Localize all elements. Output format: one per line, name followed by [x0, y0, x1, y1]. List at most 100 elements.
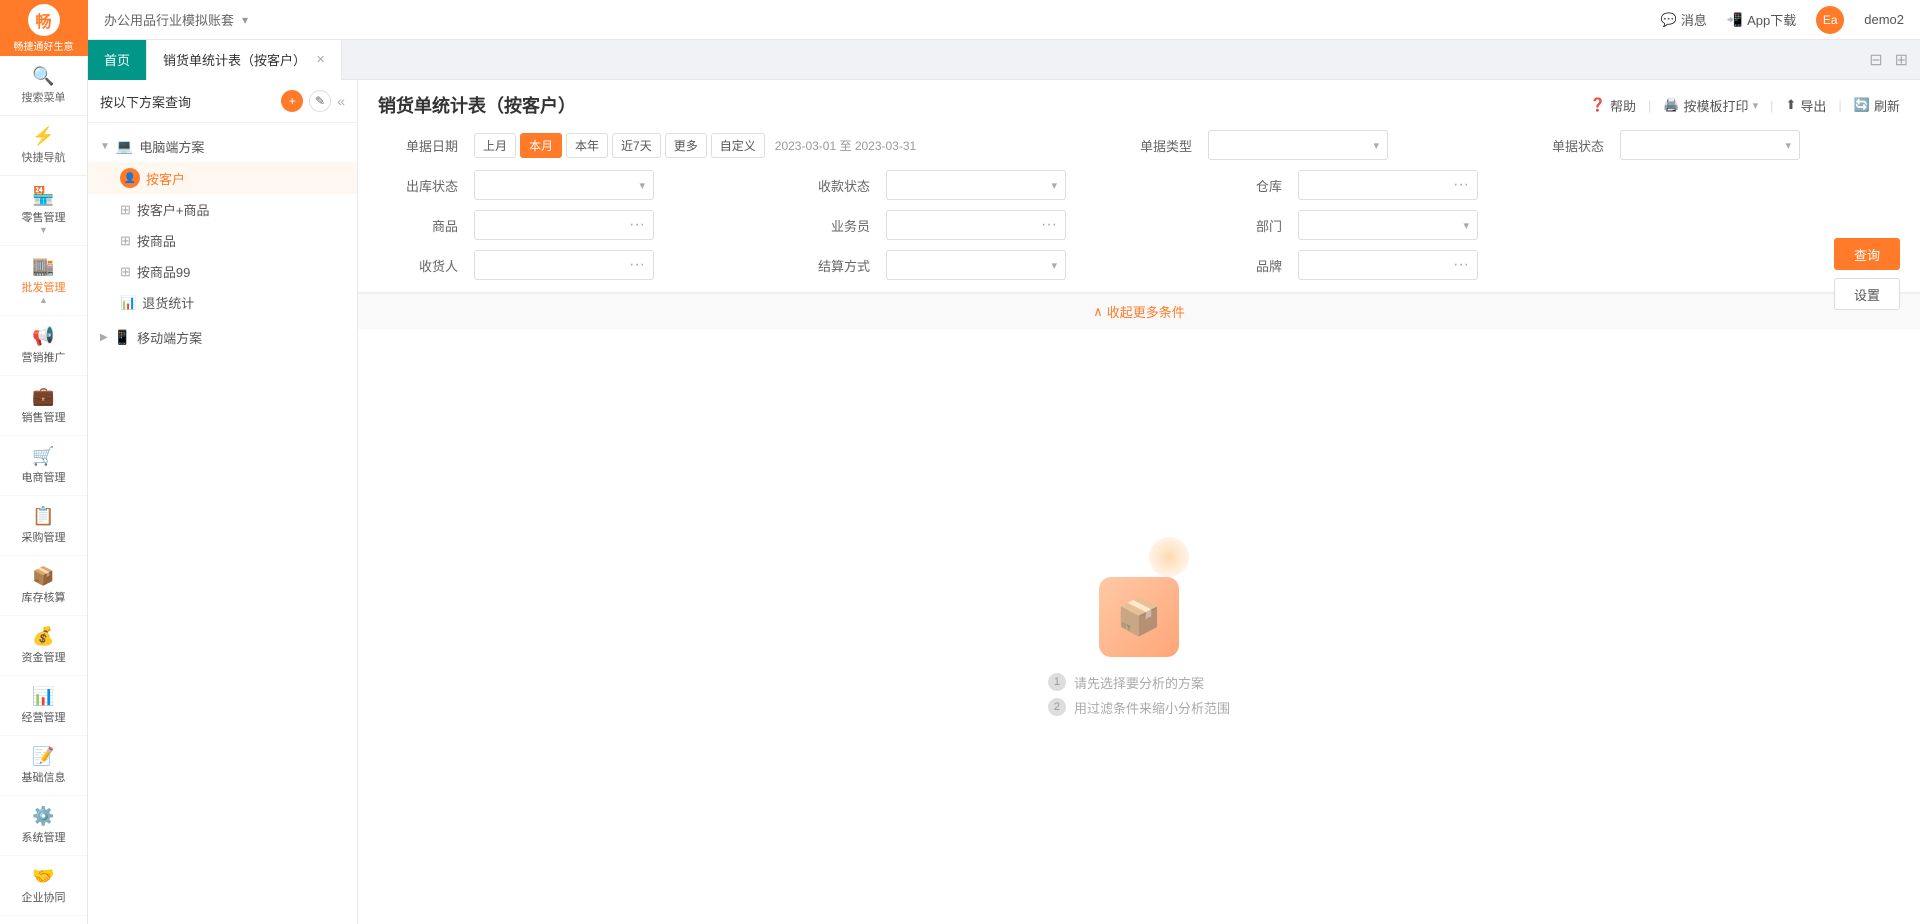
sidebar-item-finance[interactable]: 💰 资金管理 — [0, 616, 87, 676]
sidebar-item-purchase[interactable]: 📋 采购管理 — [0, 496, 87, 556]
search-menu-button[interactable]: 🔍 搜索菜单 — [0, 66, 87, 105]
app-title-dropdown-icon[interactable]: ▾ — [242, 13, 248, 27]
tree-group-desktop-header[interactable]: ▼ 💻 电脑端方案 — [88, 131, 357, 162]
out-status-control: ▾ — [474, 170, 754, 200]
tab-home[interactable]: 首页 — [88, 40, 147, 80]
tree-item-by-goods-label: 按商品 — [137, 231, 176, 250]
empty-icon-glow — [1149, 537, 1189, 577]
sidebar-item-basicinfo[interactable]: 📝 基础信息 — [0, 736, 87, 796]
salesperson-dots-icon[interactable]: ··· — [1041, 216, 1057, 234]
filter-row-3: 商品 ··· 业务员 ··· — [378, 210, 1900, 240]
tree-group-mobile-header[interactable]: ▶ 📱 移动端方案 — [88, 322, 357, 353]
header-actions: ❓ 帮助 | 🖨️ 按模板打印 ▾ | ⬆ 导出 — [1590, 96, 1900, 115]
sidebar-item-retail-label: 零售管理 — [22, 209, 66, 225]
date-btn-last-month[interactable]: 上月 — [474, 133, 516, 158]
goods-select[interactable]: ··· — [474, 210, 654, 240]
sidebar-item-newbie[interactable]: 🎯 新手引导 — [0, 916, 87, 924]
sidebar-item-operations[interactable]: 📊 经营管理 — [0, 676, 87, 736]
settlement-label: 结算方式 — [790, 256, 870, 275]
empty-tips: 1 请先选择要分析的方案 2 用过滤条件来缩小分析范围 — [1048, 673, 1230, 717]
sidebar-item-retail[interactable]: 🏪 零售管理 ▼ — [0, 176, 87, 246]
messages-button[interactable]: 💬 消息 — [1661, 10, 1707, 29]
brand-dots-icon[interactable]: ··· — [1453, 256, 1469, 274]
date-btn-this-year[interactable]: 本年 — [566, 133, 608, 158]
tree-item-by-customer-goods[interactable]: ⊞ 按客户+商品 — [88, 194, 357, 225]
sidebar-item-marketing[interactable]: 📢 营销推广 — [0, 316, 87, 376]
sidebar-item-ecommerce[interactable]: 🛒 电商管理 — [0, 436, 87, 496]
wholesale-icon: 🏬 — [32, 256, 54, 277]
sidebar-item-inventory[interactable]: 📦 库存核算 — [0, 556, 87, 616]
department-control: ▾ — [1298, 210, 1578, 240]
query-btn-area: 查询 设置 — [1834, 238, 1900, 310]
settings-button[interactable]: 设置 — [1834, 278, 1900, 310]
payment-status-select[interactable]: ▾ — [886, 170, 1066, 200]
receiver-label: 收货人 — [378, 256, 458, 275]
sidebar-item-basicinfo-label: 基础信息 — [22, 769, 66, 785]
filter-area: 单据日期 上月 本月 本年 近7天 更多 自定义 2023-03-01 至 20… — [358, 118, 1920, 293]
help-button[interactable]: ❓ 帮助 — [1590, 96, 1636, 115]
user-avatar[interactable]: Ea — [1816, 6, 1844, 34]
date-btn-more[interactable]: 更多 — [665, 133, 707, 158]
doc-type-select[interactable]: ▾ — [1208, 130, 1388, 160]
tab-sales-stats[interactable]: 销货单统计表（按客户） ✕ — [147, 40, 342, 80]
search-icon: 🔍 — [32, 66, 54, 87]
date-picker: 上月 本月 本年 近7天 更多 自定义 2023-03-01 至 2023-03… — [474, 133, 916, 158]
tree-item-by-goods-99[interactable]: ⊞ 按商品99 — [88, 256, 357, 287]
refresh-button[interactable]: 🔄 刷新 — [1854, 96, 1900, 115]
warehouse-label: 仓库 — [1202, 176, 1282, 195]
department-select[interactable]: ▾ — [1298, 210, 1478, 240]
tree-item-by-customer[interactable]: 👤 按客户 — [88, 162, 357, 194]
sidebar-item-marketing-label: 营销推广 — [22, 349, 66, 365]
doc-type-control: ▾ — [1208, 130, 1488, 160]
app-logo[interactable]: 畅 畅捷通好生意 — [0, 0, 88, 56]
receiver-dots-icon[interactable]: ··· — [629, 256, 645, 274]
quick-nav-label: 快捷导航 — [22, 149, 66, 165]
doc-status-control: ▾ — [1620, 130, 1900, 160]
export-button[interactable]: ⬆ 导出 — [1785, 96, 1826, 115]
export-label: 导出 — [1800, 96, 1826, 115]
enterprise-icon: 🤝 — [32, 866, 54, 887]
sidebar-item-wholesale[interactable]: 🏬 批发管理 ▲ — [0, 246, 87, 316]
warehouse-dots-icon[interactable]: ··· — [1453, 176, 1469, 194]
sidebar-item-operations-label: 经营管理 — [22, 709, 66, 725]
user-name[interactable]: demo2 — [1864, 12, 1904, 27]
app-download-button[interactable]: 📲 App下载 — [1727, 10, 1796, 29]
add-scheme-button[interactable]: + — [281, 90, 303, 112]
tree-item-by-goods-99-label: 按商品99 — [137, 262, 190, 281]
out-status-select[interactable]: ▾ — [474, 170, 654, 200]
help-label: 帮助 — [1610, 96, 1636, 115]
doc-status-select[interactable]: ▾ — [1620, 130, 1800, 160]
query-button[interactable]: 查询 — [1834, 238, 1900, 270]
date-btn-this-month[interactable]: 本月 — [520, 133, 562, 158]
mobile-group-icon: 📱 — [114, 329, 131, 346]
left-panel-tree: ▼ 💻 电脑端方案 👤 按客户 ⊞ — [88, 123, 357, 924]
receiver-select[interactable]: ··· — [474, 250, 654, 280]
tree-item-return-stats[interactable]: 📊 退货统计 — [88, 287, 357, 318]
date-btn-custom[interactable]: 自定义 — [711, 133, 765, 158]
sidebar-item-system[interactable]: ⚙️ 系统管理 — [0, 796, 87, 856]
goods-dots-icon[interactable]: ··· — [629, 216, 645, 234]
warehouse-select[interactable]: ··· — [1298, 170, 1478, 200]
print-button[interactable]: 🖨️ 按模板打印 ▾ — [1663, 96, 1758, 115]
settlement-select[interactable]: ▾ — [886, 250, 1066, 280]
sidebar-item-sales[interactable]: 💼 销售管理 — [0, 376, 87, 436]
top-bar-left: 办公用品行业模拟账套 ▾ — [104, 10, 248, 29]
basicinfo-icon: 📝 — [32, 746, 54, 767]
inventory-icon: 📦 — [32, 566, 54, 587]
quick-nav-section: ⚡ 快捷导航 — [0, 116, 87, 176]
tab-sales-stats-close-icon[interactable]: ✕ — [316, 53, 325, 66]
tree-item-by-goods[interactable]: ⊞ 按商品 — [88, 225, 357, 256]
collapse-more-button[interactable]: ∧ 收起更多条件 — [358, 293, 1920, 329]
date-btn-7days[interactable]: 近7天 — [612, 133, 661, 158]
desktop-group-icon: 💻 — [116, 138, 133, 155]
sidebar-item-enterprise[interactable]: 🤝 企业协同 — [0, 856, 87, 916]
collapse-panel-button[interactable]: « — [337, 93, 345, 109]
sidebar-item-wholesale-label: 批发管理 — [22, 279, 66, 295]
tab-minimize-button[interactable]: ⊟ — [1865, 46, 1886, 74]
edit-scheme-button[interactable]: ✎ — [309, 90, 331, 112]
quick-nav-button[interactable]: ⚡ 快捷导航 — [0, 122, 87, 169]
salesperson-select[interactable]: ··· — [886, 210, 1066, 240]
brand-select[interactable]: ··· — [1298, 250, 1478, 280]
tab-maximize-button[interactable]: ⊞ — [1891, 46, 1912, 74]
right-panel: 销货单统计表（按客户） ❓ 帮助 | 🖨️ 按模板打印 ▾ | — [358, 80, 1920, 924]
